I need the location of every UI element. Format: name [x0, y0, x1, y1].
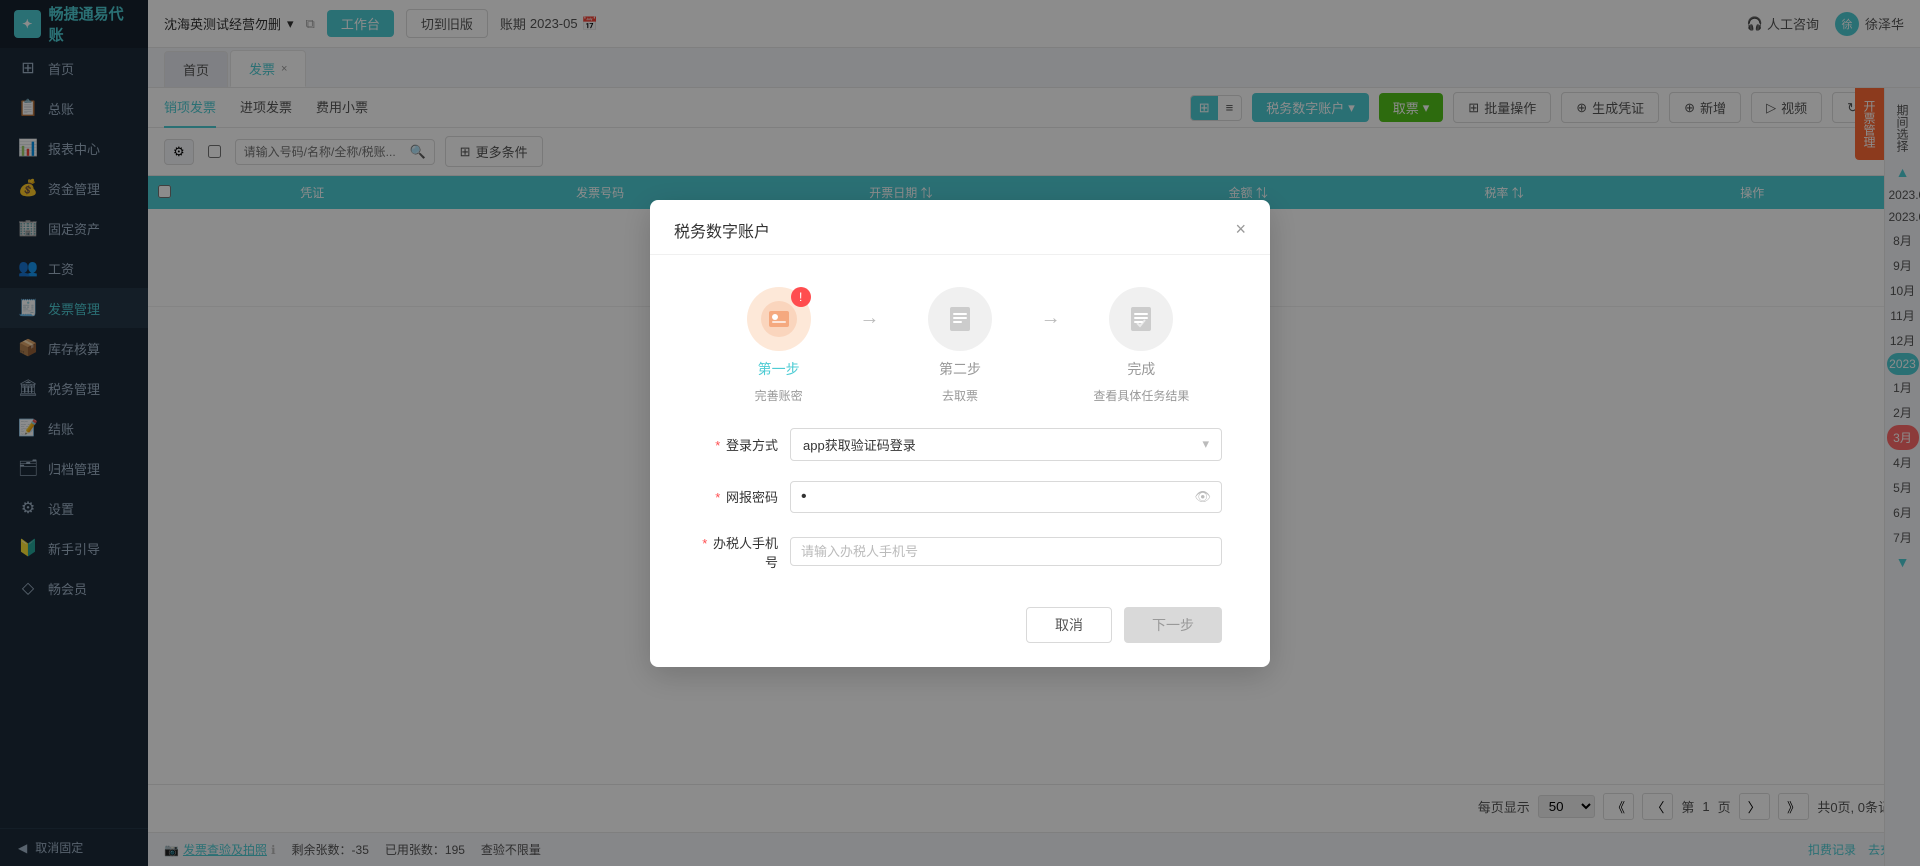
arrow-2: →: [1041, 287, 1061, 330]
password-label: * 网报密码: [698, 487, 778, 506]
modal-form: * 登录方式 app获取验证码登录 ▾ * 网报密码 👁: [650, 428, 1270, 571]
step-2-icon-wrap: [928, 287, 992, 351]
step-1-sublabel: 完善账密: [755, 387, 803, 404]
step-3: 完成 查看具体任务结果: [1061, 287, 1222, 404]
next-button[interactable]: 下一步: [1124, 607, 1222, 643]
phone-label: * 办税人手机号: [698, 533, 778, 571]
steps-area: ! 第一步 完善账密 → 第二步 去取票: [650, 255, 1270, 428]
step-1-svg: [761, 301, 797, 337]
chevron-down-icon: ▾: [1202, 436, 1209, 452]
tax-digital-modal: 税务数字账户 × ! 第一步 完善账密 →: [650, 200, 1270, 667]
modal-header: 税务数字账户 ×: [650, 200, 1270, 255]
step-2-svg: [942, 301, 978, 337]
step-2: 第二步 去取票: [879, 287, 1040, 404]
step-1-error-badge: !: [791, 287, 811, 307]
login-method-value: app获取验证码登录: [803, 435, 916, 454]
password-field-wrap[interactable]: 👁: [790, 481, 1222, 513]
login-method-select[interactable]: app获取验证码登录 ▾: [790, 428, 1222, 461]
phone-field-wrap[interactable]: [790, 537, 1222, 566]
form-row-password: * 网报密码 👁: [698, 481, 1222, 513]
step-2-sublabel: 去取票: [942, 387, 978, 404]
step-3-svg: [1123, 301, 1159, 337]
form-row-phone: * 办税人手机号: [698, 533, 1222, 571]
arrow-1: →: [859, 287, 879, 330]
required-mark: *: [702, 536, 707, 551]
step-1-label: 第一步: [758, 359, 800, 379]
step-1: ! 第一步 完善账密: [698, 287, 859, 404]
modal-footer: 取消 下一步: [650, 591, 1270, 643]
step-3-sublabel: 查看具体任务结果: [1093, 387, 1189, 404]
required-mark: *: [715, 490, 720, 505]
required-mark: *: [715, 438, 720, 453]
cancel-button[interactable]: 取消: [1026, 607, 1112, 643]
eye-icon[interactable]: 👁: [1194, 489, 1211, 505]
password-input[interactable]: [801, 488, 1170, 506]
step-1-icon-wrap: !: [747, 287, 811, 351]
login-method-label: * 登录方式: [698, 435, 778, 454]
step-3-icon-wrap: [1109, 287, 1173, 351]
form-row-login-method: * 登录方式 app获取验证码登录 ▾: [698, 428, 1222, 461]
step-3-label: 完成: [1127, 359, 1155, 379]
modal-close-button[interactable]: ×: [1235, 219, 1246, 240]
step-2-label: 第二步: [939, 359, 981, 379]
modal-overlay: 税务数字账户 × ! 第一步 完善账密 →: [0, 0, 1920, 866]
phone-input[interactable]: [801, 544, 1211, 559]
modal-title: 税务数字账户: [674, 218, 770, 242]
